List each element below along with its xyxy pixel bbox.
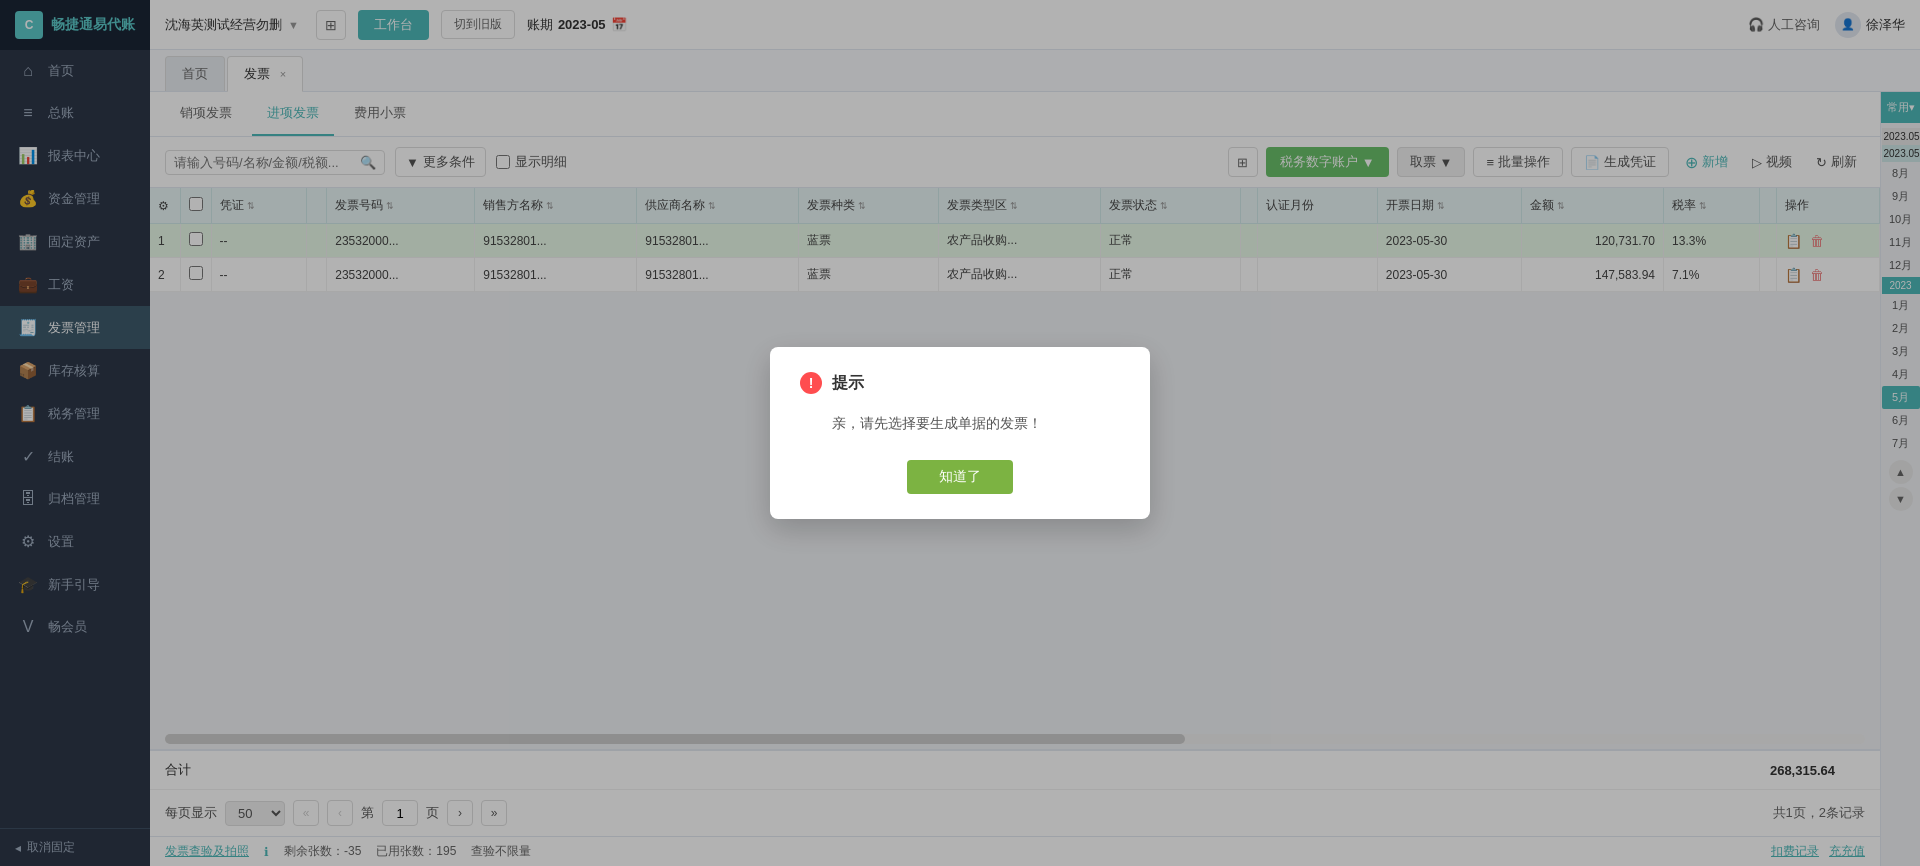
warning-icon: ! [800, 372, 822, 394]
modal-dialog: ! 提示 亲，请先选择要生成单据的发票！ 知道了 [770, 347, 1150, 518]
modal-body: 亲，请先选择要生成单据的发票！ [800, 412, 1120, 434]
modal-title: 提示 [832, 373, 864, 394]
modal-overlay: ! 提示 亲，请先选择要生成单据的发票！ 知道了 [0, 0, 1920, 866]
modal-ok-button[interactable]: 知道了 [907, 460, 1013, 494]
modal-message: 亲，请先选择要生成单据的发票！ [832, 415, 1042, 431]
modal-footer: 知道了 [800, 460, 1120, 494]
modal-header: ! 提示 [800, 372, 1120, 394]
